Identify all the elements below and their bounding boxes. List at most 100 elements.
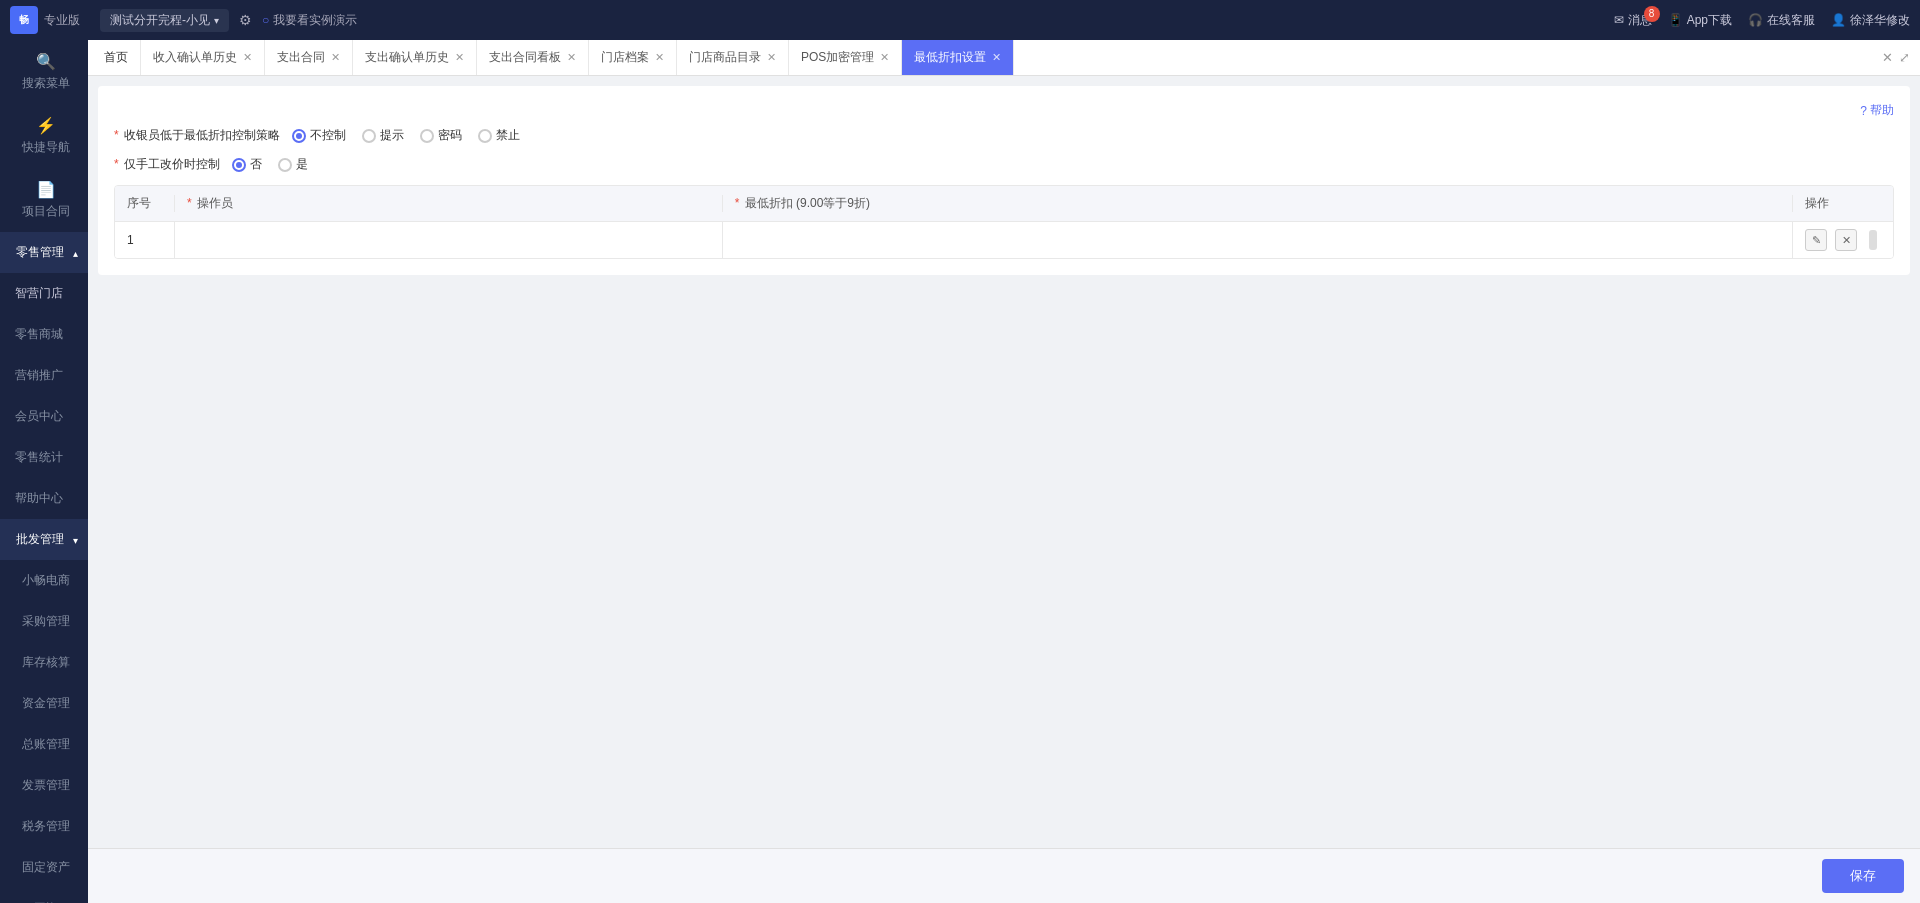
app-download-button[interactable]: 📱 App下载	[1668, 12, 1732, 29]
help-link[interactable]: ? 帮助	[1860, 102, 1894, 119]
logo-icon: 畅	[10, 6, 38, 34]
col-seq-label: 序号	[127, 196, 151, 210]
tab-payment-contract-close[interactable]: ✕	[331, 51, 340, 64]
sidebar-item-salary[interactable]: 工资	[0, 888, 88, 903]
tab-expand-icon[interactable]: ⤢	[1899, 50, 1910, 65]
tab-pos-encrypt[interactable]: POS加密管理 ✕	[789, 40, 902, 76]
topbar-right: ✉ 消息 8 📱 App下载 🎧 在线客服 👤 徐泽华修改	[1614, 12, 1910, 29]
sidebar-item-finance[interactable]: 资金管理	[0, 683, 88, 724]
wholesale-expand-icon	[73, 533, 78, 547]
settings-icon[interactable]: ⚙	[239, 12, 252, 28]
tab-store-products-close[interactable]: ✕	[767, 51, 776, 64]
sidebar-label-member: 会员中心	[15, 408, 63, 425]
project-icon: 📄	[36, 180, 56, 199]
manual-yes-radio[interactable]	[278, 158, 292, 172]
sidebar-item-marketing[interactable]: 营销推广	[0, 355, 88, 396]
tab-store-products[interactable]: 门店商品目录 ✕	[677, 40, 789, 76]
sidebar-item-shortcut[interactable]: ⚡ 快捷导航	[0, 104, 88, 168]
cell-discount-1[interactable]	[723, 222, 1793, 258]
strategy-forbid-radio[interactable]	[478, 129, 492, 143]
sidebar-item-retail-mall[interactable]: 零售商城	[0, 314, 88, 355]
strategy-remind-label: 提示	[380, 127, 404, 144]
cell-action-1: ✎ ✕	[1793, 222, 1893, 258]
tab-income-confirm[interactable]: 收入确认单历史 ✕	[141, 40, 265, 76]
sidebar-label-purchase: 采购管理	[22, 613, 70, 630]
form-panel: ? 帮助 * 收银员低于最低折扣控制策略 不控制	[98, 86, 1910, 275]
col-header-discount: * 最低折扣 (9.00等于9折)	[723, 195, 1793, 212]
messages-button[interactable]: ✉ 消息 8	[1614, 12, 1652, 29]
tab-min-discount-close[interactable]: ✕	[992, 51, 1001, 64]
tab-home[interactable]: 首页	[92, 40, 141, 76]
project-selector[interactable]: 测试分开完程-小见	[100, 9, 229, 32]
sidebar-item-purchase[interactable]: 采购管理	[0, 601, 88, 642]
strategy-password-radio[interactable]	[420, 129, 434, 143]
headset-icon: 🎧	[1748, 13, 1763, 27]
tab-payment-confirm[interactable]: 支出确认单历史 ✕	[353, 40, 477, 76]
sidebar-item-invoice[interactable]: 发票管理	[0, 765, 88, 806]
manual-yes-option[interactable]: 是	[278, 156, 308, 173]
manual-no-option[interactable]: 否	[232, 156, 262, 173]
discount-strategy-text: 收银员低于最低折扣控制策略	[124, 128, 280, 142]
tab-payment-board[interactable]: 支出合同看板 ✕	[477, 40, 589, 76]
required-star-2: *	[114, 157, 119, 171]
main-layout: 🔍 搜索菜单 ⚡ 快捷导航 📄 项目合同 零售管理 智营门店 零售商城 营销推广…	[0, 40, 1920, 903]
tab-payment-board-close[interactable]: ✕	[567, 51, 576, 64]
tab-close-all-icon[interactable]: ✕	[1882, 50, 1893, 65]
sidebar-item-tax[interactable]: 税务管理	[0, 806, 88, 847]
sidebar-item-inventory[interactable]: 库存核算	[0, 642, 88, 683]
tab-pos-encrypt-close[interactable]: ✕	[880, 51, 889, 64]
sidebar-item-smart-store[interactable]: 智营门店	[0, 273, 88, 314]
sidebar-item-member[interactable]: 会员中心	[0, 396, 88, 437]
strategy-password-option[interactable]: 密码	[420, 127, 462, 144]
app-download-label: App下载	[1687, 12, 1732, 29]
content-area: 首页 收入确认单历史 ✕ 支出合同 ✕ 支出确认单历史 ✕ 支出合同看板 ✕ 门…	[88, 40, 1920, 903]
project-name: 测试分开完程-小见	[110, 12, 210, 29]
sidebar-item-help[interactable]: 帮助中心	[0, 478, 88, 519]
sidebar-item-project[interactable]: 📄 项目合同	[0, 168, 88, 232]
manual-no-label: 否	[250, 156, 262, 173]
sidebar-item-fixed-assets[interactable]: 固定资产	[0, 847, 88, 888]
user-profile-button[interactable]: 👤 徐泽华修改	[1831, 12, 1910, 29]
online-service-button[interactable]: 🎧 在线客服	[1748, 12, 1815, 29]
sidebar-label-retail: 零售管理	[16, 244, 64, 261]
tab-income-confirm-close[interactable]: ✕	[243, 51, 252, 64]
tab-payment-confirm-label: 支出确认单历史	[365, 49, 449, 66]
discount-strategy-label: * 收银员低于最低折扣控制策略	[114, 127, 280, 144]
strategy-remind-radio[interactable]	[362, 129, 376, 143]
sidebar-item-wholesale[interactable]: 批发管理	[0, 519, 88, 560]
row-edit-button[interactable]: ✎	[1805, 229, 1827, 251]
online-service-label: 在线客服	[1767, 12, 1815, 29]
tab-payment-contract[interactable]: 支出合同 ✕	[265, 40, 353, 76]
manual-control-text: 仅手工改价时控制	[124, 157, 220, 171]
help-label: 帮助	[1870, 102, 1894, 119]
strategy-remind-option[interactable]: 提示	[362, 127, 404, 144]
tab-min-discount[interactable]: 最低折扣设置 ✕	[902, 40, 1014, 76]
strategy-no-control-radio[interactable]	[292, 129, 306, 143]
sidebar-item-retail-stats[interactable]: 零售统计	[0, 437, 88, 478]
sidebar-label-help: 帮助中心	[15, 490, 63, 507]
save-button[interactable]: 保存	[1822, 859, 1904, 893]
row-delete-button[interactable]: ✕	[1835, 229, 1857, 251]
tab-store-files-close[interactable]: ✕	[655, 51, 664, 64]
question-icon: ?	[1860, 104, 1867, 118]
sidebar-label-inventory: 库存核算	[22, 654, 70, 671]
search-icon: 🔍	[36, 52, 56, 71]
manual-yes-label: 是	[296, 156, 308, 173]
demo-label: 我要看实例演示	[273, 12, 357, 29]
manual-no-radio[interactable]	[232, 158, 246, 172]
strategy-forbid-label: 禁止	[496, 127, 520, 144]
tab-min-discount-label: 最低折扣设置	[914, 49, 986, 66]
tab-store-files[interactable]: 门店档案 ✕	[589, 40, 677, 76]
tab-bar: 首页 收入确认单历史 ✕ 支出合同 ✕ 支出确认单历史 ✕ 支出合同看板 ✕ 门…	[88, 40, 1920, 76]
sidebar-item-ecommerce[interactable]: 小畅电商	[0, 560, 88, 601]
shortcut-icon: ⚡	[36, 116, 56, 135]
sidebar-item-search[interactable]: 🔍 搜索菜单	[0, 40, 88, 104]
sidebar-item-accounting[interactable]: 总账管理	[0, 724, 88, 765]
strategy-no-control-option[interactable]: 不控制	[292, 127, 346, 144]
app-edition: 专业版	[44, 12, 80, 29]
sidebar-item-retail[interactable]: 零售管理	[0, 232, 88, 273]
strategy-forbid-option[interactable]: 禁止	[478, 127, 520, 144]
tab-payment-confirm-close[interactable]: ✕	[455, 51, 464, 64]
cell-operator-1[interactable]	[175, 222, 723, 258]
demo-link[interactable]: ○ 我要看实例演示	[262, 12, 357, 29]
